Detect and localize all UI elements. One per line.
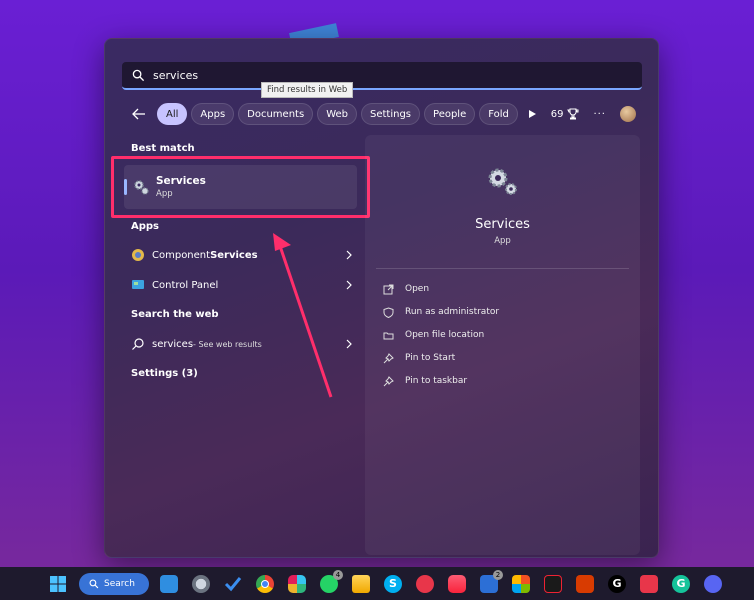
apps-heading: Apps — [131, 221, 160, 232]
action-open-file-location[interactable]: Open file location — [383, 327, 484, 343]
filter-bar: All Apps Documents Web Settings People F… — [130, 102, 636, 126]
settings-gear-icon[interactable] — [192, 574, 210, 593]
action-pin-to-taskbar[interactable]: Pin to taskbar — [383, 373, 467, 389]
search-icon — [132, 69, 145, 81]
action-run-as-admin[interactable]: Run as administrator — [383, 304, 499, 320]
rewards-points-value: 69 — [550, 108, 564, 120]
app-result-label: Control Panel — [152, 279, 219, 291]
pdf-reader-icon[interactable] — [416, 574, 434, 593]
whatsapp-badge: 4 — [333, 569, 343, 580]
settings-heading[interactable]: Settings (3) — [131, 368, 198, 379]
folder-icon — [383, 332, 394, 339]
app-result-control-panel[interactable]: Control Panel — [131, 274, 353, 296]
search-icon — [132, 338, 144, 350]
more-options-icon[interactable]: ··· — [593, 109, 606, 120]
filter-chip-people[interactable]: People — [424, 103, 476, 125]
action-label: Open file location — [405, 330, 485, 340]
action-label: Pin to Start — [405, 353, 456, 363]
search-input[interactable] — [153, 68, 453, 82]
best-match-heading: Best match — [131, 143, 195, 154]
chevron-right-icon[interactable] — [345, 280, 353, 290]
search-web-heading: Search the web — [131, 309, 219, 320]
search-box[interactable] — [122, 62, 642, 90]
action-label: Open — [405, 284, 430, 294]
store-icon[interactable] — [512, 574, 530, 593]
filter-chip-settings[interactable]: Settings — [361, 103, 421, 125]
avatar[interactable] — [620, 106, 636, 122]
search-icon — [89, 579, 99, 588]
component-services-icon — [132, 249, 144, 261]
preview-app-type: App — [494, 236, 511, 246]
logitech-icon[interactable]: G — [608, 574, 626, 593]
trophy-icon — [567, 108, 579, 120]
pin-icon — [383, 375, 394, 386]
tooltip-find-web: Find results in Web — [261, 82, 354, 98]
todo-check-icon[interactable] — [224, 575, 242, 593]
shield-icon — [383, 306, 394, 318]
vivaldi-icon[interactable] — [544, 574, 562, 593]
photo-app-icon[interactable] — [640, 574, 658, 593]
preview-pane: Services App Open Run as administrator O… — [365, 135, 640, 555]
filter-chip-web[interactable]: Web — [317, 103, 357, 125]
app-result-bold: Services — [210, 249, 258, 261]
chevron-right-icon[interactable] — [345, 250, 353, 260]
mail-badge: 2 — [493, 569, 503, 580]
widgets-icon[interactable] — [160, 574, 178, 593]
web-result-query: services — [152, 338, 194, 350]
pin-icon — [383, 352, 394, 363]
control-panel-icon — [132, 280, 144, 289]
web-result-suffix: - See web results — [193, 339, 262, 349]
windows-start-icon[interactable] — [49, 575, 67, 593]
filter-chip-apps[interactable]: Apps — [191, 103, 235, 125]
slack-icon[interactable] — [288, 574, 306, 593]
chrome-icon[interactable] — [256, 574, 274, 593]
services-gear-icon — [488, 168, 517, 195]
action-label: Pin to taskbar — [405, 376, 468, 386]
chevron-right-icon[interactable] — [345, 339, 353, 349]
app-result-prefix: Component — [152, 249, 211, 261]
mail-icon[interactable]: 2 — [480, 569, 503, 593]
whatsapp-icon[interactable]: 4 — [320, 569, 343, 593]
file-explorer-icon[interactable] — [352, 574, 370, 593]
taskbar-search-button[interactable]: Search — [79, 572, 149, 595]
web-result[interactable]: services - See web results — [131, 333, 353, 355]
start-search-panel: Find results in Web All Apps Documents W… — [104, 38, 659, 558]
grammarly-icon[interactable]: G — [672, 574, 690, 593]
divider — [376, 268, 629, 269]
filter-chip-documents[interactable]: Documents — [238, 103, 314, 125]
action-open[interactable]: Open — [383, 281, 429, 297]
highlight-box — [111, 156, 370, 218]
rewards-points[interactable]: 69 — [551, 108, 580, 120]
taskbar: Search 4 S 2 G G — [0, 567, 754, 600]
action-pin-to-start[interactable]: Pin to Start — [383, 350, 455, 366]
skype-icon[interactable]: S — [384, 574, 402, 593]
action-label: Run as administrator — [405, 307, 500, 317]
filter-chip-all[interactable]: All — [157, 103, 188, 125]
office-icon[interactable] — [576, 574, 594, 593]
open-external-icon — [383, 284, 394, 294]
app-result-component-services[interactable]: Component Services — [131, 244, 353, 266]
discord-icon[interactable] — [704, 574, 722, 593]
filter-chip-folders[interactable]: Fold — [479, 103, 518, 125]
more-filters-play-icon[interactable] — [526, 108, 538, 120]
preview-app-name: Services — [475, 217, 530, 232]
music-icon[interactable] — [448, 574, 466, 593]
taskbar-search-label: Search — [104, 578, 135, 589]
back-arrow-icon[interactable] — [130, 105, 148, 123]
